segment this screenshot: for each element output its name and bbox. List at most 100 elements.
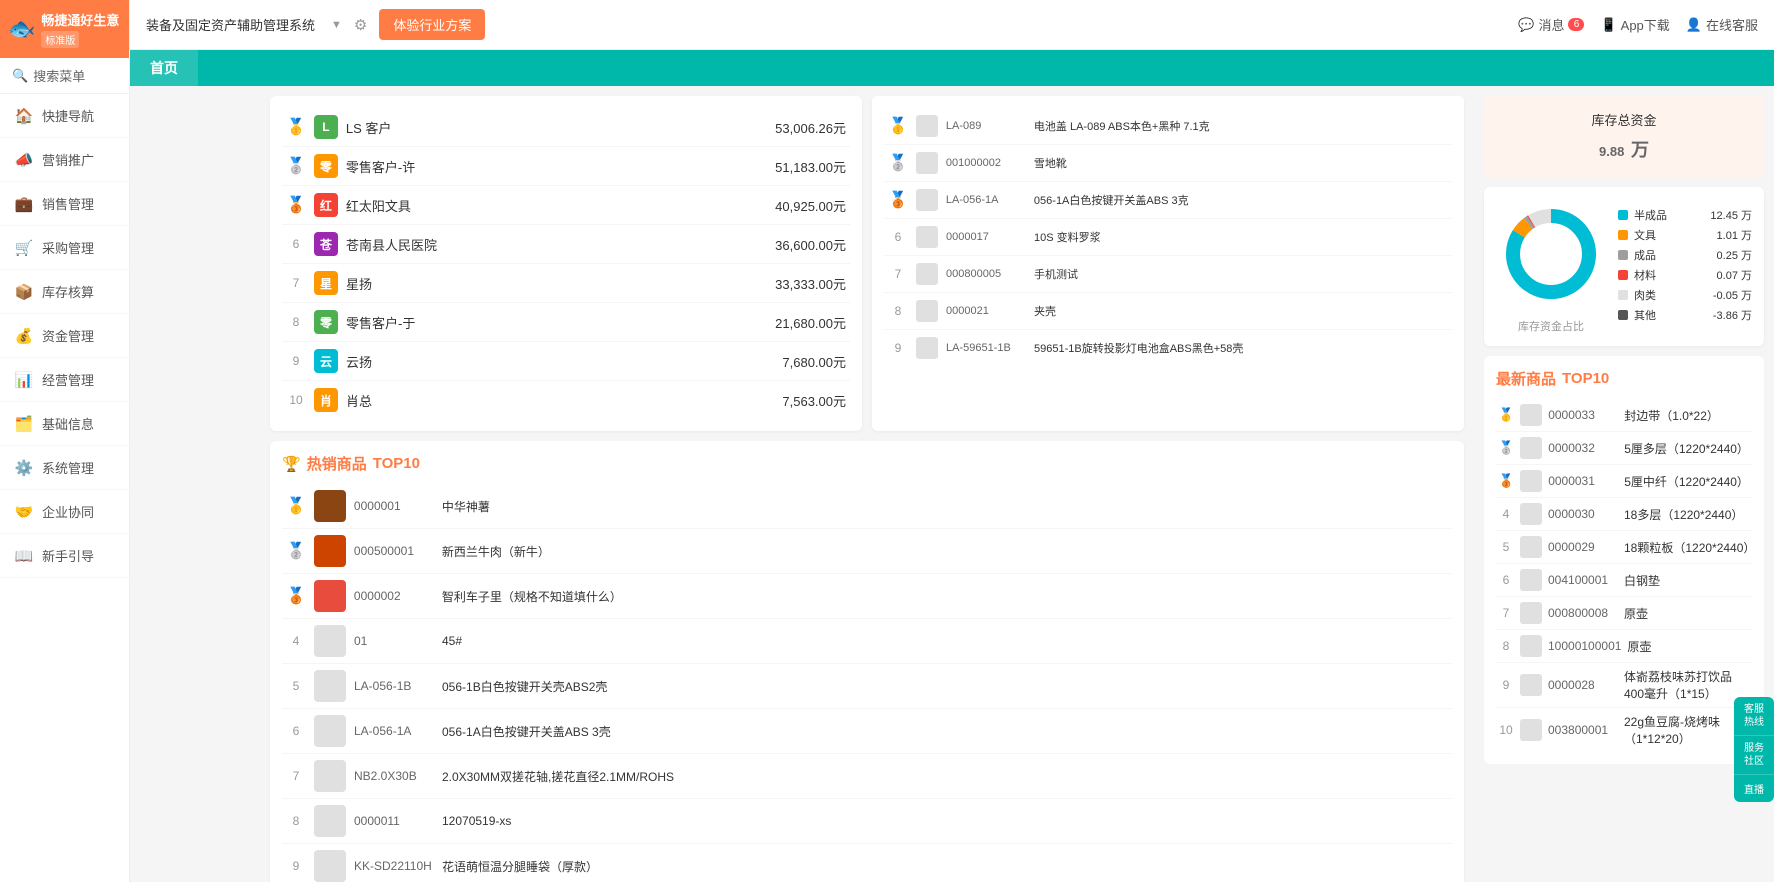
rank-name: 红太阳文具 [346, 196, 767, 215]
sidebar-item-operations[interactable]: 📊 经营管理 [0, 358, 129, 402]
float-btn-service[interactable]: 客服 热线 [1734, 697, 1774, 736]
nav-tabs: 首页 [130, 50, 1774, 86]
product-thumb [314, 850, 346, 882]
latest-code: 004100001 [1548, 573, 1618, 587]
latest-product-row: 6 004100001 白钢垫 [1496, 564, 1752, 597]
product-thumb [314, 805, 346, 837]
sales-ranking-row: 🥉 红 红太阳文具 40,925.00元 [282, 186, 850, 225]
rank-amount: 36,600.00元 [775, 235, 846, 254]
latest-rank: 10 [1498, 723, 1514, 737]
rank-num: 7 [888, 267, 908, 281]
hot-product-row: 🥇 0000001 中华神薯 [282, 484, 1452, 529]
product-code: LA-089 [946, 120, 1026, 132]
message-icon: 💬 [1518, 17, 1534, 33]
product-ranking-row: 🥇 LA-089 电池盖 LA-089 ABS本色+黑种 7.1克 [884, 108, 1452, 145]
message-btn[interactable]: 💬 消息 6 [1518, 15, 1584, 34]
sidebar-item-enterprise[interactable]: 🤝 企业协同 [0, 490, 129, 534]
trial-button[interactable]: 体验行业方案 [379, 9, 485, 40]
product-ranking-row: 8 0000021 夹壳 [884, 293, 1452, 330]
rank-amount: 40,925.00元 [775, 196, 846, 215]
rank-amount: 21,680.00元 [775, 313, 846, 332]
product-img-placeholder [916, 337, 938, 359]
inventory-card: 库存总资金 9.88 万 [1484, 96, 1764, 177]
legend-name: 半成品 [1634, 207, 1704, 223]
product-name: 电池盖 LA-089 ABS本色+黑种 7.1克 [1034, 118, 1448, 134]
sidebar-item-marketing[interactable]: 📣 营销推广 [0, 138, 129, 182]
system-icon: ⚙️ [14, 459, 34, 477]
sidebar-label-10: 新手引导 [42, 546, 94, 565]
sidebar-item-sales[interactable]: 💼 销售管理 [0, 182, 129, 226]
product-code: 01 [354, 634, 434, 648]
message-badge: 6 [1568, 18, 1584, 31]
chart-legend: 半成品 12.45 万 文具 1.01 万 成品 0.25 万 材料 0.07 … [1618, 207, 1752, 327]
latest-name: 18颗粒板（1220*2440） [1624, 539, 1750, 556]
app-download-btn[interactable]: 📱 App下载 [1600, 15, 1669, 34]
sidebar-item-system[interactable]: ⚙️ 系统管理 [0, 446, 129, 490]
latest-code: 0000028 [1548, 678, 1618, 692]
product-code: LA-056-1A [354, 724, 434, 738]
latest-products-title: 最新商品 TOP10 [1496, 368, 1752, 389]
product-name: 夹壳 [1034, 303, 1448, 319]
latest-title-text: 最新商品 [1496, 368, 1556, 389]
latest-code: 000800008 [1548, 606, 1618, 620]
latest-name: 原壶 [1624, 605, 1750, 622]
sidebar-label-2: 销售管理 [42, 194, 94, 213]
top-header: 装备及固定资产辅助管理系统 ▼ ⚙ 体验行业方案 💬 消息 6 📱 App下载 … [130, 0, 1774, 50]
float-btn-live[interactable]: 直播 [1734, 775, 1774, 802]
legend-dot [1618, 210, 1628, 220]
rank-num: 7 [286, 276, 306, 290]
rank-amount: 33,333.00元 [775, 274, 846, 293]
rank-num: 9 [286, 859, 306, 873]
chart-label: 库存资金占比 [1496, 318, 1606, 334]
latest-name: 体嵛荔枝味苏打饮品400毫升（1*15） [1624, 668, 1750, 702]
latest-rank: 8 [1498, 639, 1514, 653]
product-code: 000800005 [946, 268, 1026, 280]
sidebar-item-guide[interactable]: 📖 新手引导 [0, 534, 129, 578]
sidebar-item-purchase[interactable]: 🛒 采购管理 [0, 226, 129, 270]
rank-medal-icon: 🥈 [1498, 440, 1514, 456]
rank-medal-icon: 🥇 [888, 116, 908, 136]
product-name: 056-1A白色按键开关盖ABS 3克 [1034, 192, 1448, 208]
online-service-label: 在线客服 [1706, 15, 1758, 34]
hot-product-row: 4 01 45# [282, 619, 1452, 664]
latest-img [1520, 569, 1542, 591]
latest-product-row: 🥇 0000033 封边带（1.0*22） [1496, 399, 1752, 432]
sidebar-item-finance[interactable]: 💰 资金管理 [0, 314, 129, 358]
rank-badge: 星 [314, 271, 338, 295]
product-name: 智利车子里（规格不知道填什么） [442, 588, 1448, 605]
inventory-unit: 万 [1631, 140, 1649, 160]
legend-value: 0.25 万 [1717, 247, 1752, 263]
sidebar-item-basic-info[interactable]: 🗂️ 基础信息 [0, 402, 129, 446]
hot-product-row: 🥉 0000002 智利车子里（规格不知道填什么） [282, 574, 1452, 619]
legend-item: 成品 0.25 万 [1618, 247, 1752, 263]
gear-icon[interactable]: ⚙ [354, 16, 367, 34]
latest-code: 0000030 [1548, 507, 1618, 521]
latest-name: 5厘中纤（1220*2440） [1624, 473, 1750, 490]
tab-home[interactable]: 首页 [130, 50, 198, 86]
sales-ranking-row: 10 肖 肖总 7,563.00元 [282, 381, 850, 419]
rank-amount: 51,183.00元 [775, 157, 846, 176]
search-menu[interactable]: 🔍 搜索菜单 [0, 58, 129, 94]
float-btn-community[interactable]: 服务 社区 [1734, 736, 1774, 775]
product-thumb [314, 670, 346, 702]
rank-amount: 7,680.00元 [782, 352, 846, 371]
product-ranking-row: 7 000800005 手机测试 [884, 256, 1452, 293]
hot-product-row: 5 LA-056-1B 056-1B白色按键开关壳ABS2壳 [282, 664, 1452, 709]
online-service-btn[interactable]: 👤 在线客服 [1686, 15, 1758, 34]
finance-icon: 💰 [14, 327, 34, 345]
product-name: 2.0X30MM双搓花轴,搓花直径2.1MM/ROHS [442, 768, 1448, 785]
product-code: 001000002 [946, 157, 1026, 169]
latest-code: 0000032 [1548, 441, 1618, 455]
sidebar-item-inventory[interactable]: 📦 库存核算 [0, 270, 129, 314]
latest-product-row: 4 0000030 18多层（1220*2440） [1496, 498, 1752, 531]
sidebar-label-4: 库存核算 [42, 282, 94, 301]
product-code: 0000002 [354, 589, 434, 603]
product-code: 0000017 [946, 231, 1026, 243]
dropdown-arrow[interactable]: ▼ [331, 19, 342, 31]
inventory-amount-value: 9.88 [1599, 144, 1624, 159]
rank-badge: L [314, 115, 338, 139]
sidebar-item-quick-nav[interactable]: 🏠 快捷导航 [0, 94, 129, 138]
rank-name: 零售客户-于 [346, 313, 767, 332]
legend-value: 1.01 万 [1717, 227, 1752, 243]
latest-rank: 5 [1498, 540, 1514, 554]
